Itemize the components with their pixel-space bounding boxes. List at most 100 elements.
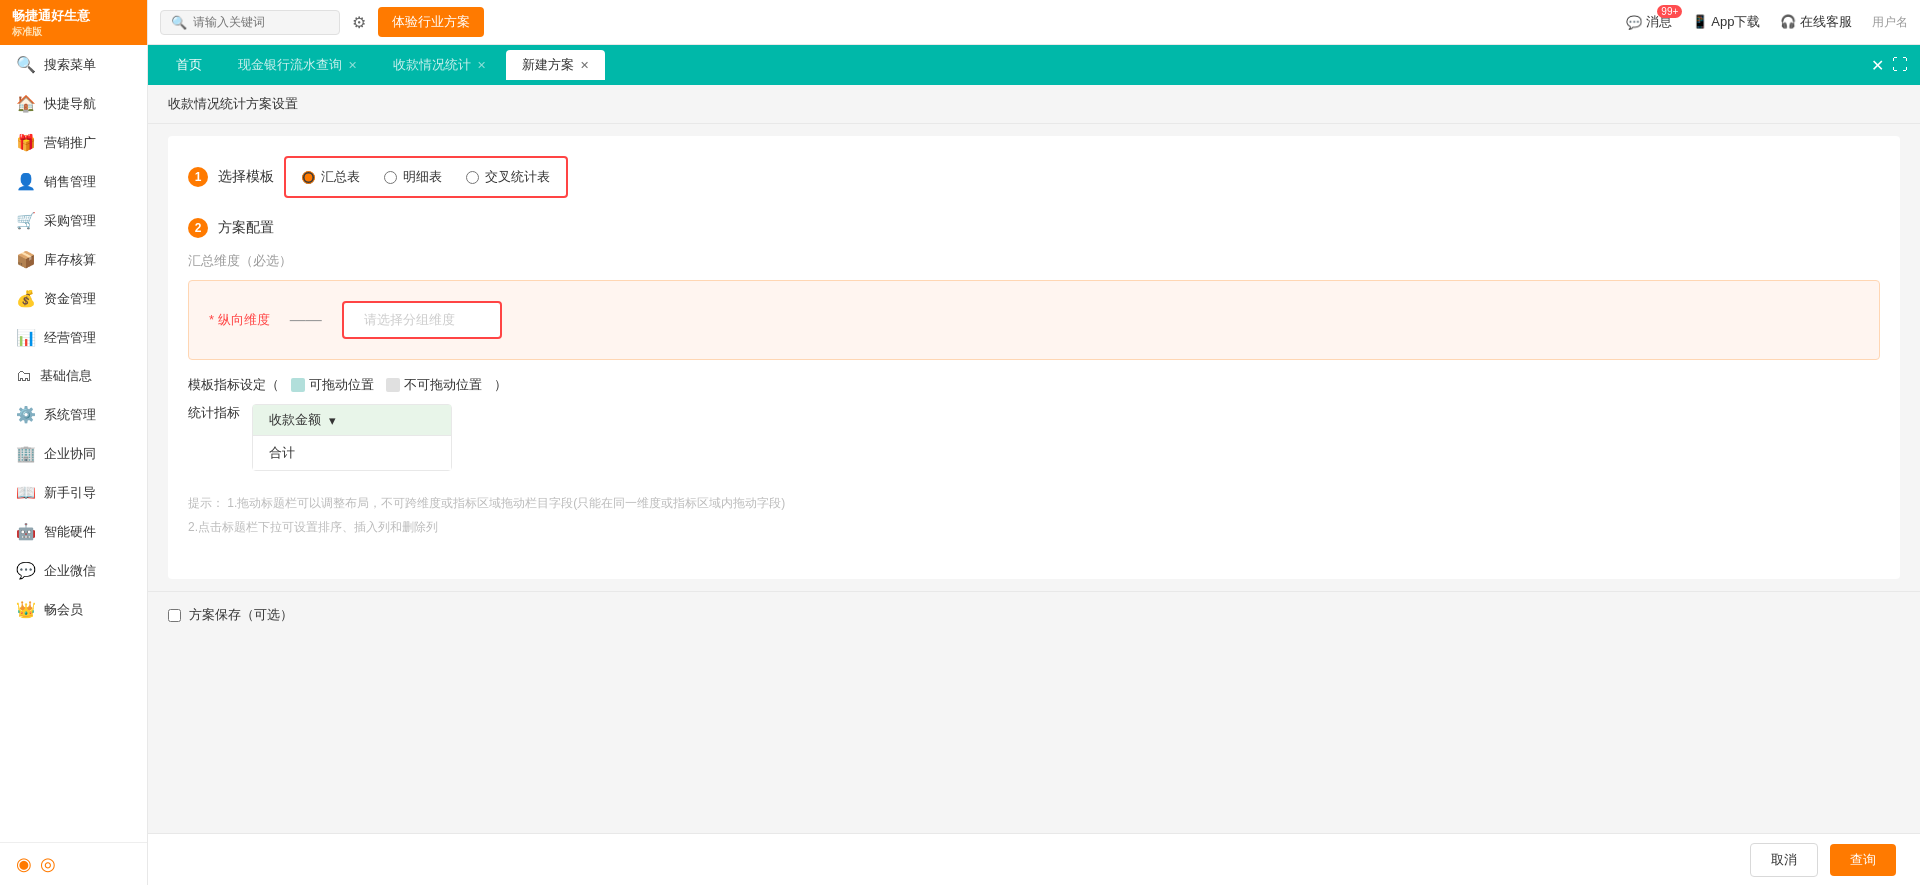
tab-receipt-stats[interactable]: 收款情况统计✕ [377, 50, 502, 80]
sidebar-icon-system: ⚙️ [16, 405, 36, 424]
sidebar-item-quick-nav[interactable]: 🏠 快捷导航 [0, 84, 147, 123]
draggable-label: 可拖动位置 [309, 376, 374, 394]
logo-version: 标准版 [12, 25, 90, 39]
sidebar-item-wechat[interactable]: 💬企业微信 [0, 551, 147, 590]
sidebar-item-operations[interactable]: 📊 经营管理 [0, 318, 147, 357]
stats-section-label: 统计指标 [188, 404, 240, 422]
step2-num: 2 [188, 218, 208, 238]
sidebar-item-inventory[interactable]: 📦库存核算 [0, 240, 147, 279]
radio-detail-input[interactable] [384, 171, 397, 184]
sidebar-item-purchase[interactable]: 🛒 采购管理 [0, 201, 147, 240]
step1-title: 选择模板 [218, 168, 274, 186]
sidebar-icon-quick-nav: 🏠 [16, 94, 36, 113]
indicator-grid: 收款金额 ▾ 合计 [252, 404, 452, 471]
sidebar-label-system: 系统管理 [44, 406, 96, 424]
sidebar-bottom: ◉ ◎ [0, 842, 147, 885]
save-checkbox[interactable] [168, 609, 181, 622]
indicator-label-row: 模板指标设定（ 可拖动位置 不可拖动位置 ） [188, 376, 1880, 394]
sidebar-icon-finance: 💰 [16, 289, 36, 308]
sidebar-label-smart-hw: 智能硬件 [44, 523, 96, 541]
tab-close-new-plan[interactable]: ✕ [580, 59, 589, 72]
sidebar-item-beginner[interactable]: 📖 新手引导 [0, 473, 147, 512]
dimension-label: 汇总维度（必选） [188, 252, 1880, 270]
tab-label-bank-flow: 现金银行流水查询 [238, 56, 342, 74]
dim-select[interactable]: 请选择分组维度 [342, 301, 502, 339]
settings-icon[interactable]: ⚙ [352, 13, 366, 32]
close-window-icon[interactable]: ✕ [1871, 56, 1884, 75]
tips-section: 提示： 1.拖动标题栏可以调整布局，不可跨维度或指标区域拖动栏目字段(只能在同一… [188, 491, 1880, 539]
legend-non-draggable: 不可拖动位置 [386, 376, 482, 394]
sidebar-item-system[interactable]: ⚙️ 系统管理 [0, 395, 147, 434]
section-label-col: 统计指标 [188, 404, 240, 471]
sidebar-label-member: 畅会员 [44, 601, 83, 619]
sidebar-icon-search-menu: 🔍 [16, 55, 36, 74]
sidebar-label-sales: 销售管理 [44, 173, 96, 191]
non-draggable-label: 不可拖动位置 [404, 376, 482, 394]
sidebar-label-basic-info: 基础信息 [40, 367, 92, 385]
radio-detail[interactable]: 明细表 [384, 168, 442, 186]
industry-btn[interactable]: 体验行业方案 [378, 7, 484, 37]
sidebar-bottom-icon2: ◎ [40, 853, 56, 875]
radio-cross-label: 交叉统计表 [485, 168, 550, 186]
tab-home[interactable]: 首页 [160, 50, 218, 80]
tip-2: 2.点击标题栏下拉可设置排序、插入列和删除列 [188, 515, 1880, 539]
app-download-link[interactable]: 📱 App下载 [1692, 13, 1760, 31]
message-icon: 💬 [1626, 15, 1642, 30]
sidebar-item-search-menu[interactable]: 🔍搜索菜单 [0, 45, 147, 84]
tab-label-new-plan: 新建方案 [522, 56, 574, 74]
sidebar-item-member[interactable]: 👑畅会员 [0, 590, 147, 629]
maximize-icon[interactable]: ⛶ [1892, 56, 1908, 75]
sidebar-label-finance: 资金管理 [44, 290, 96, 308]
indicator-col-header[interactable]: 收款金额 ▾ [253, 405, 451, 436]
main-area: 🔍 ⚙ 体验行业方案 💬 消息 99+ 📱 App下载 🎧 在线客服 用户名 [148, 0, 1920, 885]
sidebar-icon-inventory: 📦 [16, 250, 36, 269]
indicator-settings: 模板指标设定（ 可拖动位置 不可拖动位置 ） [188, 376, 1880, 471]
sidebar-item-sales[interactable]: 👤 销售管理 [0, 162, 147, 201]
sidebar-item-smart-hw[interactable]: 🤖智能硬件 [0, 512, 147, 551]
sidebar-icon-enterprise: 🏢 [16, 444, 36, 463]
cancel-button[interactable]: 取消 [1750, 843, 1818, 877]
sidebar-icon-sales: 👤 [16, 172, 36, 191]
tabbar: 首页现金银行流水查询✕收款情况统计✕新建方案✕ ✕ ⛶ [148, 45, 1920, 85]
message-badge[interactable]: 💬 消息 99+ [1626, 13, 1672, 31]
save-label: 方案保存（可选） [189, 606, 293, 624]
sidebar-icon-operations: 📊 [16, 328, 36, 347]
radio-summary-input[interactable] [302, 171, 315, 184]
sidebar-item-enterprise[interactable]: 🏢企业协同 [0, 434, 147, 473]
main-card: 1 选择模板 汇总表 明细表 交叉统计表 [168, 136, 1900, 579]
step1-header: 1 选择模板 汇总表 明细表 交叉统计表 [188, 156, 1880, 198]
headset-icon: 🎧 [1780, 14, 1796, 29]
sidebar-icon-beginner: 📖 [16, 483, 36, 502]
col-header-dropdown-icon[interactable]: ▾ [329, 413, 336, 428]
sidebar-label-purchase: 采购管理 [44, 212, 96, 230]
tab-close-receipt-stats[interactable]: ✕ [477, 59, 486, 72]
indicator-table-area: 统计指标 收款金额 ▾ 合计 [188, 404, 1880, 471]
search-input[interactable] [193, 15, 313, 29]
sidebar-item-finance[interactable]: 💰 资金管理 [0, 279, 147, 318]
tab-close-bank-flow[interactable]: ✕ [348, 59, 357, 72]
col-header-label: 收款金额 [269, 411, 321, 429]
sidebar-label-quick-nav: 快捷导航 [44, 95, 96, 113]
tab-bank-flow[interactable]: 现金银行流水查询 ✕ [222, 50, 373, 80]
user-info[interactable]: 用户名 [1872, 14, 1908, 31]
radio-cross-input[interactable] [466, 171, 479, 184]
tab-label-home: 首页 [176, 56, 202, 74]
sidebar-item-basic-info[interactable]: 🗂基础信息 [0, 357, 147, 395]
sidebar-icon-purchase: 🛒 [16, 211, 36, 230]
topbar-right: 💬 消息 99+ 📱 App下载 🎧 在线客服 用户名 [1626, 13, 1908, 31]
sidebar-item-marketing[interactable]: 🎁营销推广 [0, 123, 147, 162]
radio-cross[interactable]: 交叉统计表 [466, 168, 550, 186]
sidebar-label-operations: 经营管理 [44, 329, 96, 347]
radio-summary[interactable]: 汇总表 [302, 168, 360, 186]
online-support-link[interactable]: 🎧 在线客服 [1780, 13, 1852, 31]
search-box[interactable]: 🔍 [160, 10, 340, 35]
radio-summary-label: 汇总表 [321, 168, 360, 186]
sidebar-label-beginner: 新手引导 [44, 484, 96, 502]
tab-new-plan[interactable]: 新建方案 ✕ [506, 50, 605, 80]
step2-title: 方案配置 [218, 219, 274, 237]
logo-text: 畅捷通好生意 [12, 7, 90, 25]
sidebar-logo: 畅捷通好生意 标准版 [0, 0, 147, 45]
non-draggable-box [386, 378, 400, 392]
query-button[interactable]: 查询 [1830, 844, 1896, 876]
indicator-row-total: 合计 [253, 436, 451, 470]
